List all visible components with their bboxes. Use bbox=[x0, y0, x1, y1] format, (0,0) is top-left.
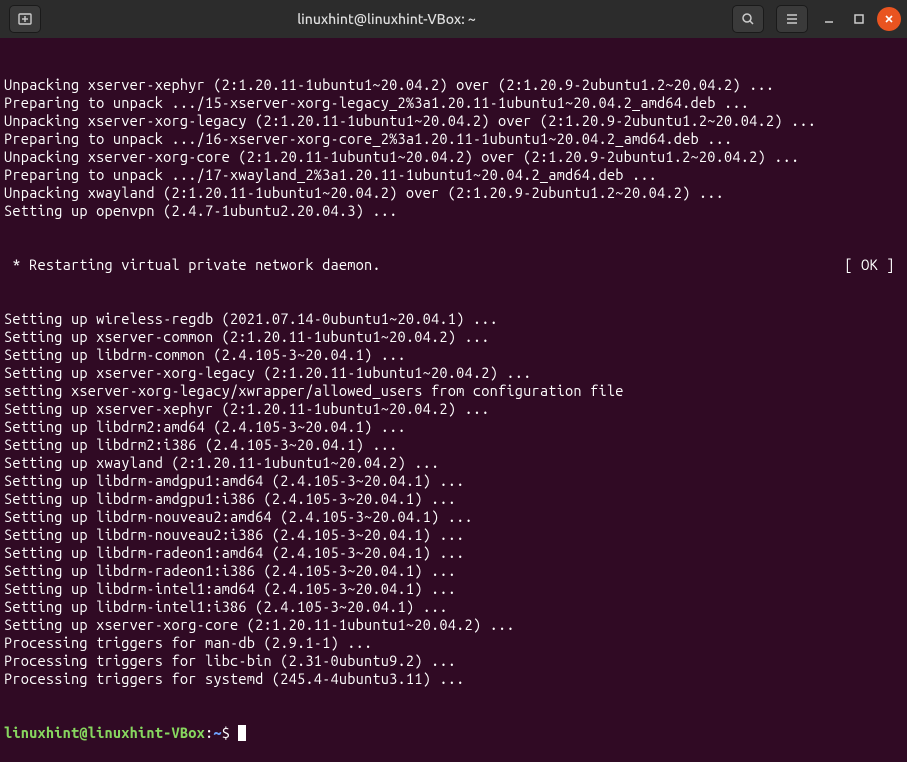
output-line: Setting up libdrm-common (2.4.105-3~20.0… bbox=[4, 346, 903, 364]
search-button[interactable] bbox=[732, 5, 764, 33]
output-line: Setting up libdrm-nouveau2:i386 (2.4.105… bbox=[4, 526, 903, 544]
restart-status-line: * Restarting virtual private network dae… bbox=[4, 256, 903, 274]
prompt-line[interactable]: linuxhint@linuxhint-VBox:~$ bbox=[4, 724, 903, 742]
output-line: Preparing to unpack .../16-xserver-xorg-… bbox=[4, 130, 903, 148]
maximize-button[interactable] bbox=[847, 7, 871, 31]
restart-text: * Restarting virtual private network dae… bbox=[4, 256, 381, 274]
close-icon bbox=[884, 14, 894, 24]
terminal-output[interactable]: Unpacking xserver-xephyr (2:1.20.11-1ubu… bbox=[0, 38, 907, 762]
hamburger-menu-button[interactable] bbox=[776, 5, 808, 33]
prompt-path: ~ bbox=[213, 724, 221, 741]
close-button[interactable] bbox=[877, 7, 901, 31]
output-line: Processing triggers for libc-bin (2.31-0… bbox=[4, 652, 903, 670]
output-line: Setting up libdrm-radeon1:i386 (2.4.105-… bbox=[4, 562, 903, 580]
titlebar-left bbox=[6, 5, 44, 33]
output-line: Setting up openvpn (2.4.7-1ubuntu2.20.04… bbox=[4, 202, 903, 220]
prompt-dollar: $ bbox=[222, 724, 239, 741]
window-title: linuxhint@linuxhint-VBox: ~ bbox=[48, 10, 725, 28]
cursor bbox=[238, 725, 246, 741]
minimize-icon bbox=[823, 13, 835, 25]
output-line: Setting up libdrm2:i386 (2.4.105-3~20.04… bbox=[4, 436, 903, 454]
output-line: Preparing to unpack .../17-xwayland_2%3a… bbox=[4, 166, 903, 184]
output-line: Setting up libdrm2:amd64 (2.4.105-3~20.0… bbox=[4, 418, 903, 436]
output-line: Unpacking xserver-xorg-core (2:1.20.11-1… bbox=[4, 148, 903, 166]
output-line: Setting up wireless-regdb (2021.07.14-0u… bbox=[4, 310, 903, 328]
output-line: Processing triggers for man-db (2.9.1-1)… bbox=[4, 634, 903, 652]
output-line: Processing triggers for systemd (245.4-4… bbox=[4, 670, 903, 688]
minimize-button[interactable] bbox=[817, 7, 841, 31]
prompt-user-host: linuxhint@linuxhint-VBox bbox=[4, 724, 205, 741]
new-tab-button[interactable] bbox=[9, 5, 41, 33]
maximize-icon bbox=[853, 13, 865, 25]
output-line: Preparing to unpack .../15-xserver-xorg-… bbox=[4, 94, 903, 112]
output-line: Setting up libdrm-intel1:amd64 (2.4.105-… bbox=[4, 580, 903, 598]
output-line: Unpacking xwayland (2:1.20.11-1ubuntu1~2… bbox=[4, 184, 903, 202]
output-line: Setting up xserver-common (2:1.20.11-1ub… bbox=[4, 328, 903, 346]
ok-status: [ OK ] bbox=[844, 256, 903, 274]
titlebar: linuxhint@linuxhint-VBox: ~ bbox=[0, 0, 907, 38]
output-line: Unpacking xserver-xorg-legacy (2:1.20.11… bbox=[4, 112, 903, 130]
output-line: setting xserver-xorg-legacy/xwrapper/all… bbox=[4, 382, 903, 400]
output-line: Setting up xserver-xorg-legacy (2:1.20.1… bbox=[4, 364, 903, 382]
output-line: Unpacking xserver-xephyr (2:1.20.11-1ubu… bbox=[4, 76, 903, 94]
output-line: Setting up libdrm-radeon1:amd64 (2.4.105… bbox=[4, 544, 903, 562]
output-line: Setting up libdrm-nouveau2:amd64 (2.4.10… bbox=[4, 508, 903, 526]
prompt-colon: : bbox=[205, 724, 213, 741]
hamburger-icon bbox=[785, 12, 799, 26]
output-line: Setting up libdrm-amdgpu1:i386 (2.4.105-… bbox=[4, 490, 903, 508]
output-line: Setting up xserver-xephyr (2:1.20.11-1ub… bbox=[4, 400, 903, 418]
output-line: Setting up libdrm-intel1:i386 (2.4.105-3… bbox=[4, 598, 903, 616]
output-line: Setting up xserver-xorg-core (2:1.20.11-… bbox=[4, 616, 903, 634]
search-icon bbox=[741, 12, 755, 26]
new-tab-icon bbox=[18, 12, 32, 26]
output-line: Setting up libdrm-amdgpu1:amd64 (2.4.105… bbox=[4, 472, 903, 490]
titlebar-right bbox=[729, 5, 901, 33]
output-line: Setting up xwayland (2:1.20.11-1ubuntu1~… bbox=[4, 454, 903, 472]
